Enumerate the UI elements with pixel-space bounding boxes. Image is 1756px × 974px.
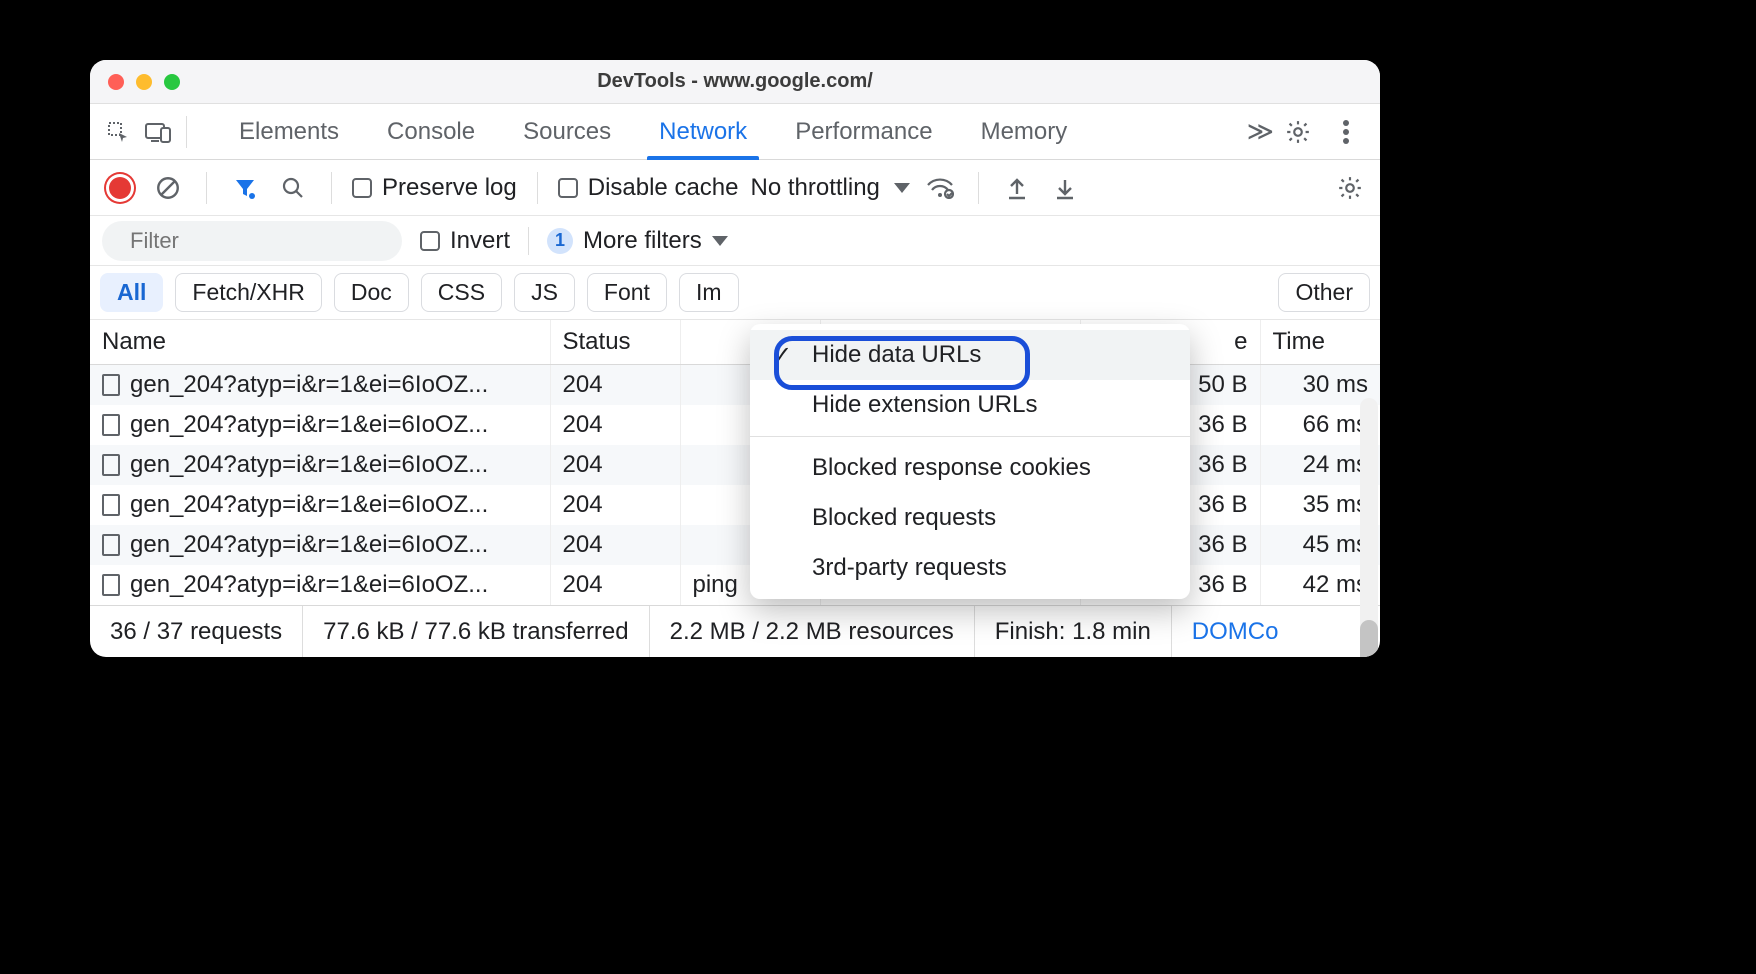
type-filter-js[interactable]: JS xyxy=(514,273,575,312)
network-conditions-icon[interactable] xyxy=(922,170,958,206)
more-filters-popover: ✓Hide data URLsHide extension URLs Block… xyxy=(750,324,1190,599)
chevron-down-icon xyxy=(712,236,728,246)
window-title: DevTools - www.google.com/ xyxy=(90,70,1380,93)
separator xyxy=(186,116,187,148)
status-requests: 36 / 37 requests xyxy=(90,606,303,657)
panel-tabstrip: ElementsConsoleSourcesNetworkPerformance… xyxy=(90,104,1380,160)
throttling-label: No throttling xyxy=(750,174,879,202)
search-icon[interactable] xyxy=(275,170,311,206)
more-filters-count-badge: 1 xyxy=(547,228,573,254)
disable-cache-checkbox[interactable]: Disable cache xyxy=(558,174,739,202)
col-header-status[interactable]: Status xyxy=(550,320,680,365)
scrollbar-thumb[interactable] xyxy=(1360,620,1378,657)
status-transferred: 77.6 kB / 77.6 kB transferred xyxy=(303,606,650,657)
status-finish: Finish: 1.8 min xyxy=(975,606,1172,657)
throttling-select[interactable]: No throttling xyxy=(750,174,909,202)
type-filter-fetchxhr[interactable]: Fetch/XHR xyxy=(175,273,321,312)
record-button[interactable] xyxy=(102,170,138,206)
preserve-log-checkbox[interactable]: Preserve log xyxy=(352,174,517,202)
checkbox-icon xyxy=(420,231,440,251)
filter-toggle-icon[interactable] xyxy=(227,170,263,206)
tab-network[interactable]: Network xyxy=(635,104,771,159)
status-domcontent-link[interactable]: DOMCo xyxy=(1172,606,1299,657)
popover-item[interactable]: 3rd-party requests xyxy=(750,543,1190,593)
inspect-element-icon[interactable] xyxy=(98,112,138,152)
preserve-log-label: Preserve log xyxy=(382,174,517,202)
popover-item[interactable]: Hide extension URLs xyxy=(750,380,1190,430)
separator xyxy=(978,172,979,204)
tab-sources[interactable]: Sources xyxy=(499,104,635,159)
devtools-window: DevTools - www.google.com/ ElementsConso… xyxy=(90,60,1380,657)
upload-har-icon[interactable] xyxy=(999,170,1035,206)
filter-bar: Invert 1 More filters xyxy=(90,216,1380,266)
titlebar: DevTools - www.google.com/ xyxy=(90,60,1380,104)
clear-button[interactable] xyxy=(150,170,186,206)
scrollbar-track xyxy=(1360,398,1378,657)
filter-input-wrapper[interactable] xyxy=(102,221,402,261)
tab-elements[interactable]: Elements xyxy=(215,104,363,159)
popover-item[interactable]: Blocked requests xyxy=(750,493,1190,543)
tab-console[interactable]: Console xyxy=(363,104,499,159)
status-bar: 36 / 37 requests 77.6 kB / 77.6 kB trans… xyxy=(90,605,1380,657)
type-filter-im[interactable]: Im xyxy=(679,273,739,312)
col-header-time[interactable]: Time xyxy=(1260,320,1380,365)
type-filter-other[interactable]: Other xyxy=(1278,273,1370,312)
file-icon xyxy=(102,534,120,556)
separator xyxy=(537,172,538,204)
network-settings-gear-icon[interactable] xyxy=(1332,170,1368,206)
popover-divider xyxy=(750,436,1190,437)
invert-label: Invert xyxy=(450,227,510,255)
file-icon xyxy=(102,494,120,516)
checkbox-icon xyxy=(558,178,578,198)
file-icon xyxy=(102,414,120,436)
tab-memory[interactable]: Memory xyxy=(957,104,1092,159)
check-icon: ✓ xyxy=(770,341,794,370)
filter-input[interactable] xyxy=(128,227,420,255)
type-filter-doc[interactable]: Doc xyxy=(334,273,409,312)
type-filter-bar: All Fetch/XHR Doc CSS JS Font Im Other xyxy=(90,266,1380,320)
disable-cache-label: Disable cache xyxy=(588,174,739,202)
network-toolbar: Preserve log Disable cache No throttling xyxy=(90,160,1380,216)
type-filter-all[interactable]: All xyxy=(100,273,163,312)
invert-checkbox[interactable]: Invert xyxy=(420,227,510,255)
file-icon xyxy=(102,374,120,396)
download-har-icon[interactable] xyxy=(1047,170,1083,206)
settings-gear-icon[interactable] xyxy=(1280,114,1316,150)
more-filters-label: More filters xyxy=(583,227,702,255)
popover-item[interactable]: ✓Hide data URLs xyxy=(750,330,1190,380)
file-icon xyxy=(102,454,120,476)
separator xyxy=(331,172,332,204)
popover-item[interactable]: Blocked response cookies xyxy=(750,443,1190,493)
type-filter-font[interactable]: Font xyxy=(587,273,667,312)
type-filter-css[interactable]: CSS xyxy=(421,273,502,312)
status-resources: 2.2 MB / 2.2 MB resources xyxy=(650,606,975,657)
overflow-tabs-icon[interactable]: ≫ xyxy=(1247,116,1268,147)
device-toolbar-icon[interactable] xyxy=(138,112,178,152)
file-icon xyxy=(102,574,120,596)
kebab-menu-icon[interactable] xyxy=(1328,114,1364,150)
chevron-down-icon xyxy=(894,183,910,193)
more-filters-dropdown[interactable]: 1 More filters xyxy=(528,227,728,255)
tab-performance[interactable]: Performance xyxy=(771,104,956,159)
checkbox-icon xyxy=(352,178,372,198)
separator xyxy=(206,172,207,204)
col-header-name[interactable]: Name xyxy=(90,320,550,365)
